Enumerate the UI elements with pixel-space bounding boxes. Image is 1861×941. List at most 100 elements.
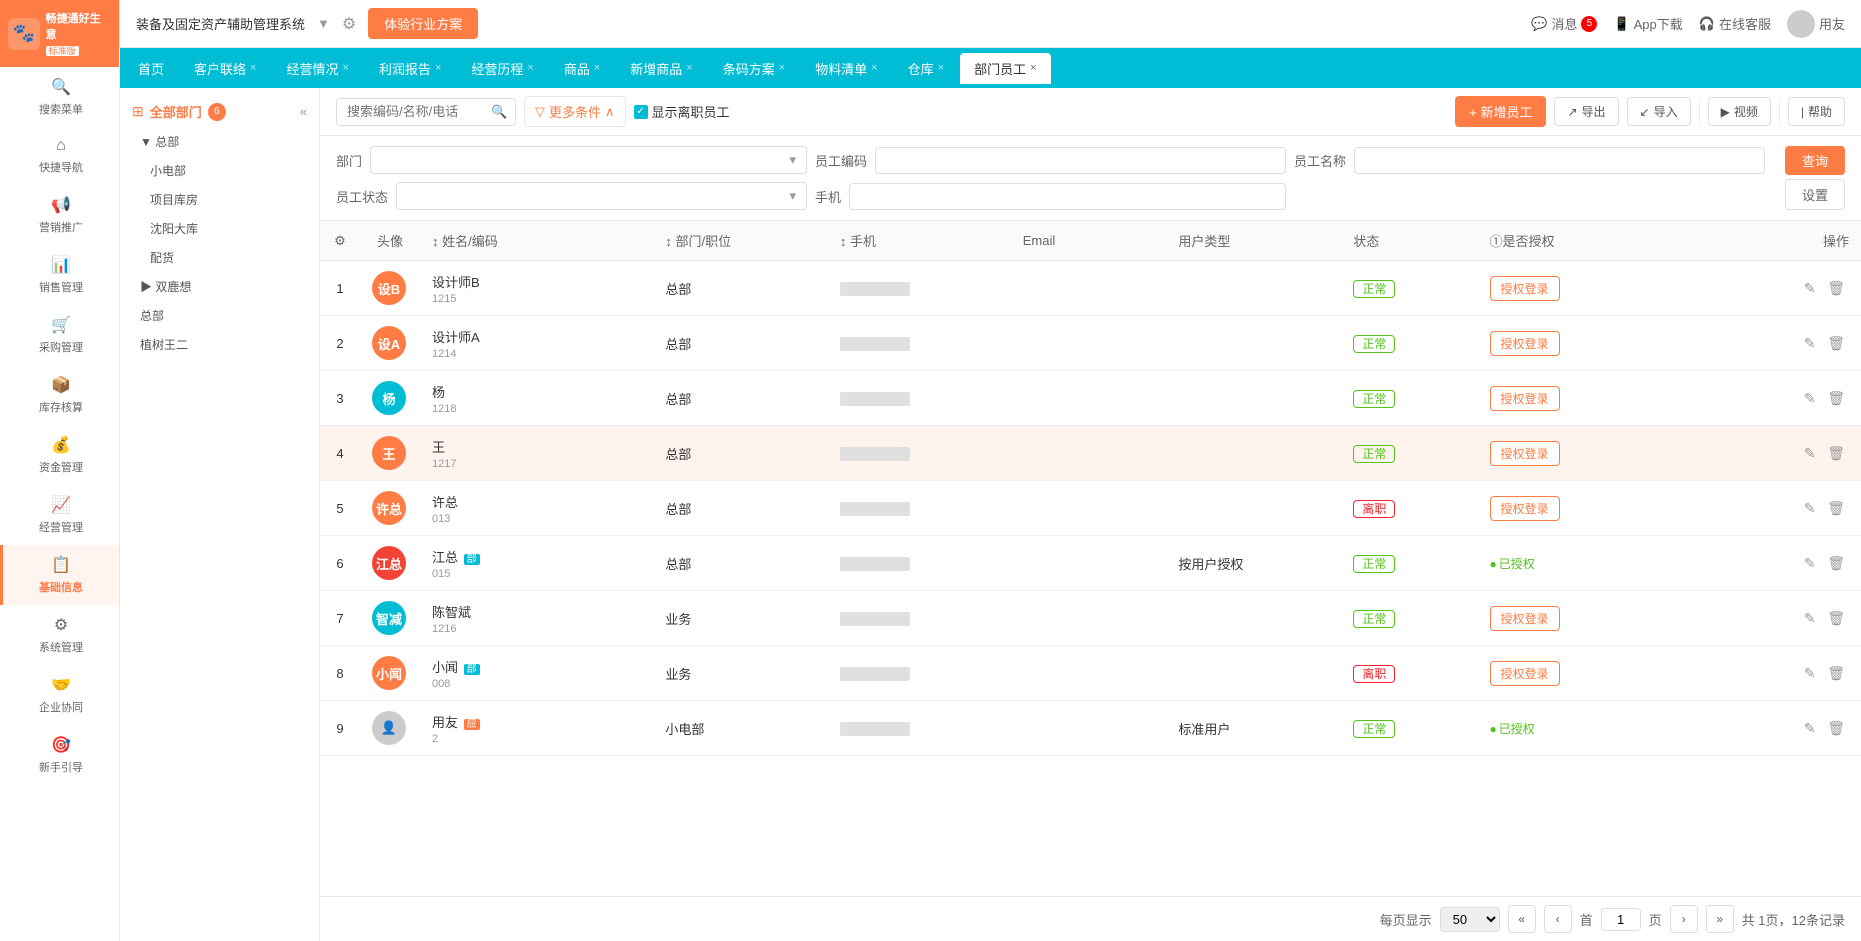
row-auth-4[interactable]: 授权登录 [1478,481,1672,536]
delete-button-6[interactable]: 🗑 [1823,608,1849,629]
dept-item-6[interactable]: 总部 [120,301,319,330]
dept-item-4[interactable]: 配货 [120,243,319,272]
sidebar-item-营销推广[interactable]: 📢 营销推广 [0,185,119,245]
add-employee-button[interactable]: + 新增员工 [1455,96,1546,127]
sidebar-item-库存核算[interactable]: 📦 库存核算 [0,365,119,425]
th-phone[interactable]: ↕ 手机 [828,221,1011,261]
sidebar-item-系统管理[interactable]: ⚙ 系统管理 [0,605,119,665]
expand-icon[interactable]: ▼ [317,16,330,31]
dept-collapse-btn[interactable]: « [300,104,307,119]
row-auth-0[interactable]: 授权登录 [1478,261,1672,316]
navtab-新增商品[interactable]: 新增商品× [616,53,706,84]
message-button[interactable]: 💬 消息 5 [1531,14,1597,33]
show-resigned-checkbox[interactable]: ✓ [634,105,648,119]
navtab-close-6[interactable]: × [686,62,692,74]
sidebar-item-搜索菜单[interactable]: 🔍 搜索菜单 [0,67,119,127]
delete-button-3[interactable]: 🗑 [1823,443,1849,464]
table-row[interactable]: 3 杨 杨 1218 总部 正常 授权登录 ✎ 🗑 [320,371,1861,426]
page-number-input[interactable] [1601,908,1641,931]
reset-button[interactable]: 设置 [1785,179,1845,210]
navtab-close-3[interactable]: × [435,62,441,74]
sidebar-item-资金管理[interactable]: 💰 资金管理 [0,425,119,485]
navtab-利润报告[interactable]: 利润报告× [365,53,455,84]
table-row[interactable]: 4 王 王 1217 总部 正常 授权登录 ✎ 🗑 [320,426,1861,481]
navtab-close-9[interactable]: × [938,62,944,74]
trial-button[interactable]: 体验行业方案 [368,8,478,39]
search-box[interactable]: 🔍 [336,98,516,126]
import-button[interactable]: ↙ 导入 [1627,97,1691,126]
sidebar-item-基础信息[interactable]: 📋 基础信息 [0,545,119,605]
navtab-物料清单[interactable]: 物料清单× [801,53,891,84]
sidebar-item-企业协同[interactable]: 🤝 企业协同 [0,665,119,725]
table-row[interactable]: 9 👤 用友 应 2 小电部 标准用户 正常 已授权 ✎ 🗑 [320,701,1861,756]
search-input[interactable] [347,104,487,119]
first-page-button[interactable]: « [1508,905,1536,933]
table-row[interactable]: 7 智减 陈智斌 1216 业务 正常 授权登录 ✎ 🗑 [320,591,1861,646]
navtab-close-2[interactable]: × [342,62,348,74]
phone-input[interactable] [849,183,1286,210]
table-row[interactable]: 6 江总 江总 部 015 总部 按用户授权 正常 已授权 ✎ 🗑 [320,536,1861,591]
th-dept[interactable]: ↕ 部门/职位 [653,221,828,261]
navtab-部门员工[interactable]: 部门员工× [960,53,1050,84]
navtab-首页[interactable]: 首页 [124,53,178,84]
auth-login-button-6[interactable]: 授权登录 [1490,606,1560,631]
user-avatar[interactable]: 用友 [1787,10,1845,38]
delete-button-7[interactable]: 🗑 [1823,663,1849,684]
navtab-close-5[interactable]: × [594,62,600,74]
edit-button-1[interactable]: ✎ [1800,333,1820,354]
navtab-客户联络[interactable]: 客户联络× [180,53,270,84]
th-name[interactable]: ↕ 姓名/编码 [420,221,653,261]
settings-icon[interactable]: ⚙ [342,14,356,34]
edit-button-0[interactable]: ✎ [1800,278,1820,299]
sidebar-item-销售管理[interactable]: 📊 销售管理 [0,245,119,305]
delete-button-8[interactable]: 🗑 [1823,718,1849,739]
row-auth-3[interactable]: 授权登录 [1478,426,1672,481]
auth-login-button-1[interactable]: 授权登录 [1490,331,1560,356]
last-page-button[interactable]: » [1706,905,1734,933]
edit-button-5[interactable]: ✎ [1800,553,1820,574]
row-auth-8[interactable]: 已授权 [1478,701,1672,756]
navtab-close-7[interactable]: × [779,62,785,74]
delete-button-5[interactable]: 🗑 [1823,553,1849,574]
navtab-close-8[interactable]: × [871,62,877,74]
navtab-close-1[interactable]: × [250,62,256,74]
delete-button-4[interactable]: 🗑 [1823,498,1849,519]
auth-login-button-3[interactable]: 授权登录 [1490,441,1560,466]
row-auth-2[interactable]: 授权登录 [1478,371,1672,426]
sidebar-item-新手引导[interactable]: 🎯 新手引导 [0,725,119,785]
auth-login-button-2[interactable]: 授权登录 [1490,386,1560,411]
navtab-仓库[interactable]: 仓库× [894,53,958,84]
emp-status-select[interactable]: ▾ [396,182,807,210]
more-filter-btn[interactable]: ▽ 更多条件 ∧ [524,96,626,127]
dept-item-2[interactable]: 项目库房 [120,185,319,214]
navtab-close-4[interactable]: × [527,62,533,74]
edit-button-7[interactable]: ✎ [1800,663,1820,684]
sidebar-item-经营管理[interactable]: 📈 经营管理 [0,485,119,545]
delete-button-1[interactable]: 🗑 [1823,333,1849,354]
online-service-button[interactable]: 🎧 在线客服 [1699,14,1771,33]
sidebar-item-采购管理[interactable]: 🛒 采购管理 [0,305,119,365]
row-auth-1[interactable]: 授权登录 [1478,316,1672,371]
emp-name-input[interactable] [1354,147,1765,174]
table-row[interactable]: 1 设B 设计师B 1215 总部 正常 授权登录 ✎ 🗑 [320,261,1861,316]
navtab-商品[interactable]: 商品× [550,53,614,84]
export-button[interactable]: ↗ 导出 [1554,97,1618,126]
app-download-button[interactable]: 📱 App下载 [1613,14,1682,33]
table-row[interactable]: 2 设A 设计师A 1214 总部 正常 授权登录 ✎ 🗑 [320,316,1861,371]
dept-select[interactable]: ▾ [370,146,807,174]
navtab-经营历程[interactable]: 经营历程× [457,53,547,84]
dept-item-5[interactable]: ▶ 双鹿想 [120,272,319,301]
navtab-条码方案[interactable]: 条码方案× [709,53,799,84]
dept-item-3[interactable]: 沈阳大库 [120,214,319,243]
dept-item-7[interactable]: 植树王二 [120,330,319,359]
dept-item-1[interactable]: 小电部 [120,156,319,185]
show-resigned-toggle[interactable]: ✓ 显示离职员工 [634,102,730,121]
edit-button-8[interactable]: ✎ [1800,718,1820,739]
table-row[interactable]: 5 许总 许总 013 总部 离职 授权登录 ✎ 🗑 [320,481,1861,536]
row-auth-7[interactable]: 授权登录 [1478,646,1672,701]
emp-code-input[interactable] [875,147,1286,174]
auth-login-button-4[interactable]: 授权登录 [1490,496,1560,521]
delete-button-0[interactable]: 🗑 [1823,278,1849,299]
prev-page-button[interactable]: ‹ [1544,905,1572,933]
th-settings[interactable]: ⚙ [320,221,360,261]
